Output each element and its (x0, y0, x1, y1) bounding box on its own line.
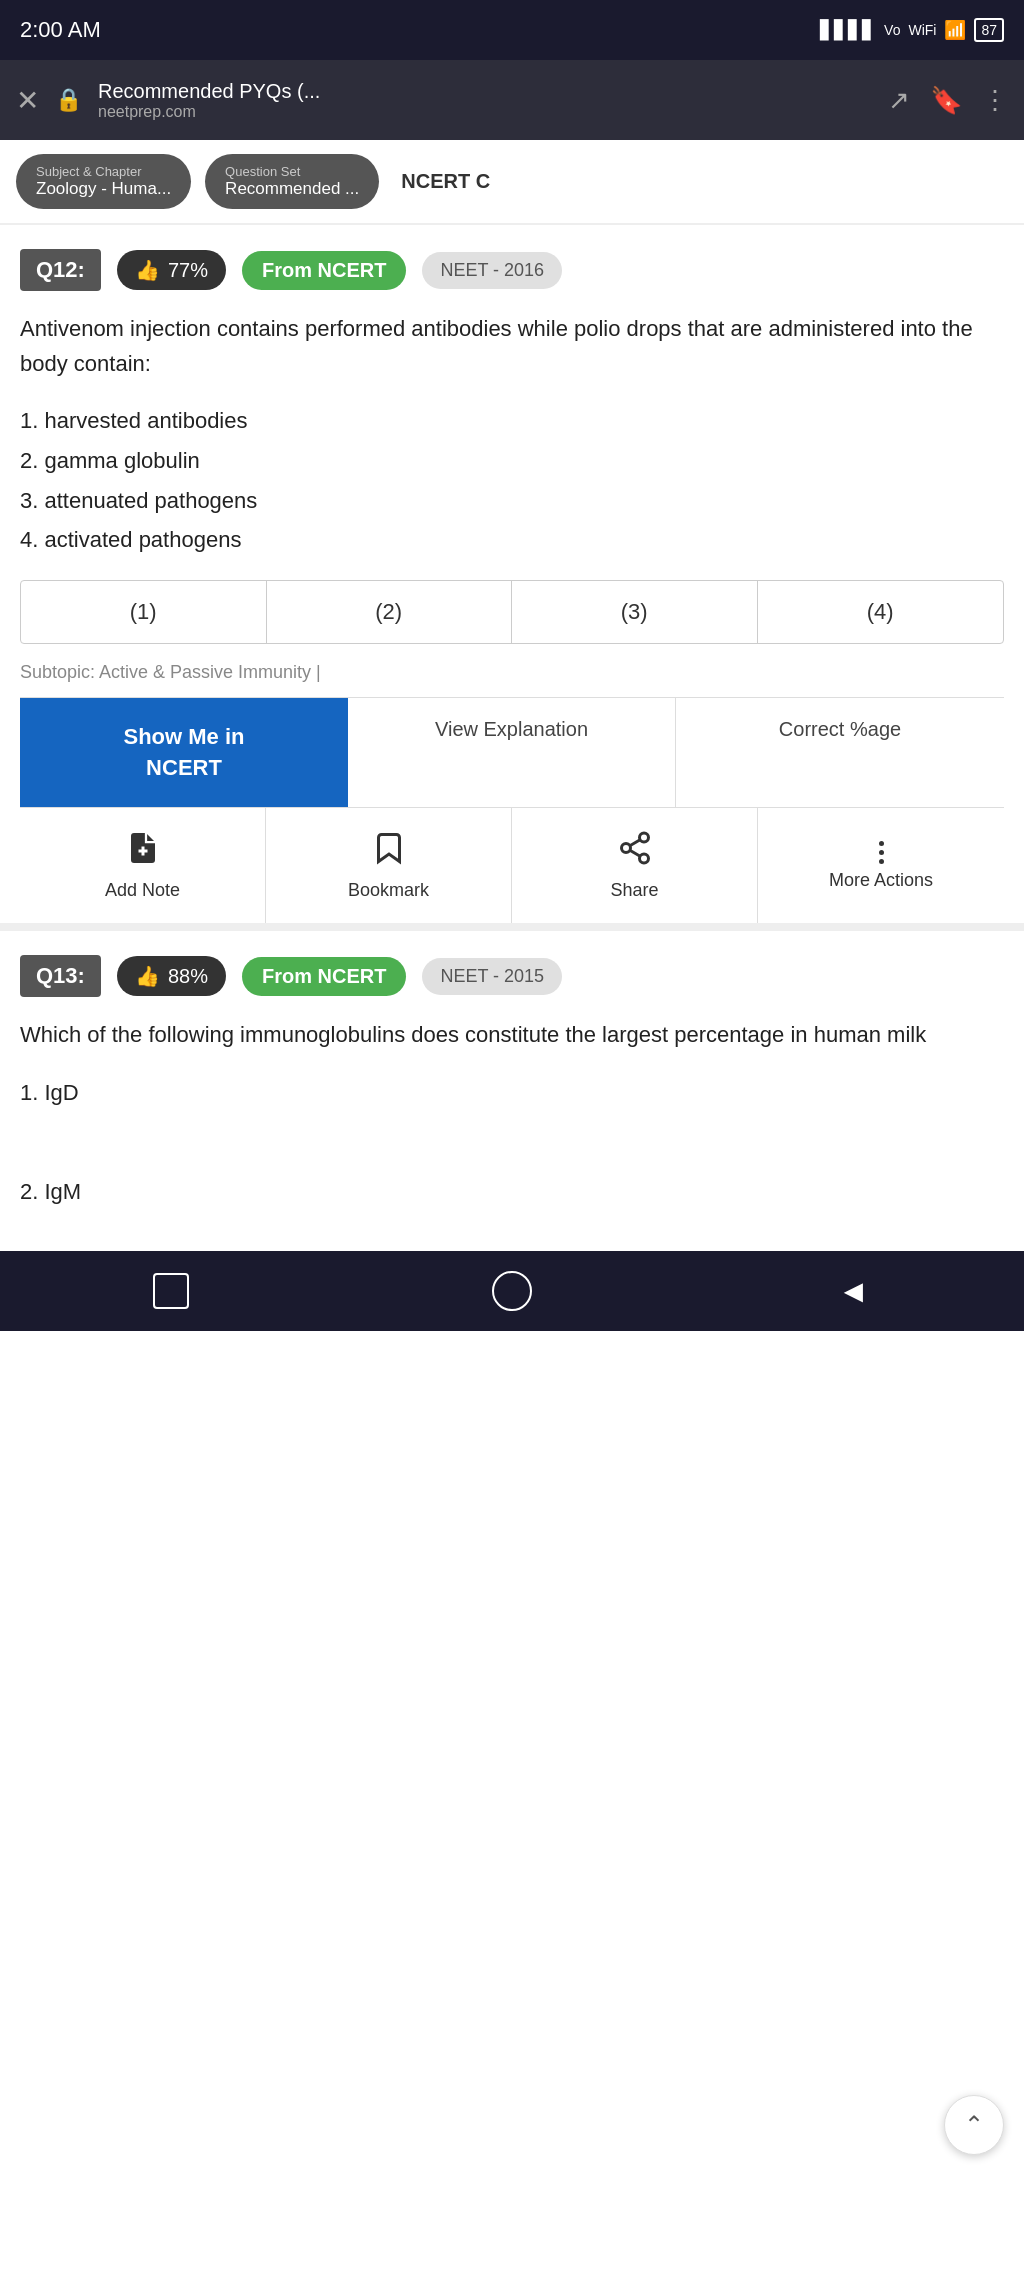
signal-icon: ▋▋▋▋ (820, 19, 876, 41)
question-card-q13: Q13: 👍 88% From NCERT NEET - 2015 Which … (0, 931, 1024, 1211)
show-ncert-button[interactable]: Show Me in NCERT (20, 698, 348, 808)
option-4-q12: 4. activated pathogens (20, 520, 1004, 560)
question-number-q13: Q13: (20, 955, 101, 997)
more-options-icon[interactable]: ⋮ (982, 85, 1008, 116)
back-icon: ◄ (837, 1273, 869, 1310)
subtopic-q12: Subtopic: Active & Passive Immunity | (20, 662, 1004, 697)
share-button-q12[interactable]: Share (512, 808, 758, 923)
year-badge-q13: NEET - 2015 (422, 958, 562, 995)
wifi-label: WiFi (908, 22, 936, 38)
browser-domain: neetprep.com (98, 103, 872, 121)
svg-line-5 (629, 851, 639, 857)
share-label: Share (610, 880, 658, 901)
option-2-q12: 2. gamma globulin (20, 441, 1004, 481)
answer-option-4[interactable]: (4) (758, 581, 1004, 643)
status-time: 2:00 AM (20, 17, 101, 43)
more-actions-icon (879, 841, 884, 864)
share-icon[interactable]: ↗ (888, 85, 910, 116)
subject-chapter-chip[interactable]: Subject & Chapter Zoology - Huma... (16, 154, 191, 209)
browser-actions: ↗ 🔖 ⋮ (888, 85, 1008, 116)
url-container: Recommended PYQs (... neetprep.com (98, 80, 872, 121)
answer-option-3[interactable]: (3) (512, 581, 758, 643)
question-card-q12: Q12: 👍 77% From NCERT NEET - 2016 Antive… (0, 225, 1024, 931)
circle-icon (492, 1271, 532, 1311)
ncert-badge-q12: From NCERT (242, 251, 406, 290)
answer-option-1[interactable]: (1) (21, 581, 267, 643)
bottom-nav: ◄ (0, 1251, 1024, 1331)
status-bar: 2:00 AM ▋▋▋▋ Vo WiFi 📶 87 (0, 0, 1024, 60)
bookmark-label: Bookmark (348, 880, 429, 901)
bookmark-button-q12[interactable]: Bookmark (266, 808, 512, 923)
answer-grid-q12: (1) (2) (3) (4) (20, 580, 1004, 644)
svg-point-3 (621, 844, 630, 853)
add-note-label: Add Note (105, 880, 180, 901)
view-explanation-button[interactable]: View Explanation (348, 698, 676, 808)
thumbs-up-icon: 👍 (135, 258, 160, 282)
ncert-badge-q13: From NCERT (242, 957, 406, 996)
square-icon (153, 1273, 189, 1309)
add-note-button[interactable]: Add Note (20, 808, 266, 923)
scroll-up-button[interactable]: ⌃ (944, 2095, 1004, 2155)
action-row-q12: Show Me in NCERT View Explanation Correc… (20, 697, 1004, 808)
question-text-q12: Antivenom injection contains performed a… (20, 311, 1004, 381)
nav-square-button[interactable] (146, 1266, 196, 1316)
options-list-q13: 1. IgD 2. IgM (20, 1073, 1004, 1212)
wifi-icon: 📶 (944, 19, 966, 41)
battery-icon: 87 (974, 18, 1004, 42)
svg-line-6 (629, 840, 639, 846)
chevron-up-icon: ⌃ (964, 2111, 984, 2139)
options-list-q12: 1. harvested antibodies 2. gamma globuli… (20, 401, 1004, 559)
option-1-q12: 1. harvested antibodies (20, 401, 1004, 441)
vo-icon: Vo (884, 22, 900, 38)
bottom-action-row-q12: Add Note Bookmark Share (20, 807, 1004, 923)
share-icon-q12 (617, 830, 653, 874)
chip2-label: Question Set (225, 164, 359, 179)
question-header-q12: Q12: 👍 77% From NCERT NEET - 2016 (20, 249, 1004, 291)
add-note-icon (125, 830, 161, 874)
question-header-q13: Q13: 👍 88% From NCERT NEET - 2015 (20, 955, 1004, 997)
like-badge-q12: 👍 77% (117, 250, 226, 290)
option-spacer-q13 (20, 1132, 1004, 1172)
answer-option-2[interactable]: (2) (267, 581, 513, 643)
nav-home-button[interactable] (487, 1266, 537, 1316)
browser-title: Recommended PYQs (... (98, 80, 872, 103)
nav-back-button[interactable]: ◄ (828, 1266, 878, 1316)
like-badge-q13: 👍 88% (117, 956, 226, 996)
bookmark-icon-q12 (371, 830, 407, 874)
option-2-q13: 2. IgM (20, 1172, 1004, 1212)
filter-tabs: Subject & Chapter Zoology - Huma... Ques… (0, 140, 1024, 225)
chip2-value: Recommended ... (225, 179, 359, 199)
like-percent-q13: 88% (168, 965, 208, 988)
like-percent-q12: 77% (168, 259, 208, 282)
correct-pct-button[interactable]: Correct %age (676, 698, 1004, 808)
status-icons: ▋▋▋▋ Vo WiFi 📶 87 (820, 18, 1004, 42)
browser-bar: ✕ 🔒 Recommended PYQs (... neetprep.com ↗… (0, 60, 1024, 140)
chip1-label: Subject & Chapter (36, 164, 171, 179)
more-actions-button[interactable]: More Actions (758, 808, 1004, 923)
thumbs-up-icon-q13: 👍 (135, 964, 160, 988)
close-button[interactable]: ✕ (16, 84, 39, 117)
question-text-q13: Which of the following immunoglobulins d… (20, 1017, 1004, 1052)
year-badge-q12: NEET - 2016 (422, 252, 562, 289)
question-number-q12: Q12: (20, 249, 101, 291)
lock-icon: 🔒 (55, 87, 82, 113)
option-3-q12: 3. attenuated pathogens (20, 481, 1004, 521)
svg-point-2 (639, 833, 648, 842)
svg-point-4 (639, 854, 648, 863)
question-set-chip[interactable]: Question Set Recommended ... (205, 154, 379, 209)
ncert-tab[interactable]: NCERT C (393, 160, 498, 203)
chip1-value: Zoology - Huma... (36, 179, 171, 199)
more-actions-label: More Actions (829, 870, 933, 891)
option-1-q13: 1. IgD (20, 1073, 1004, 1113)
bookmark-icon[interactable]: 🔖 (930, 85, 962, 116)
